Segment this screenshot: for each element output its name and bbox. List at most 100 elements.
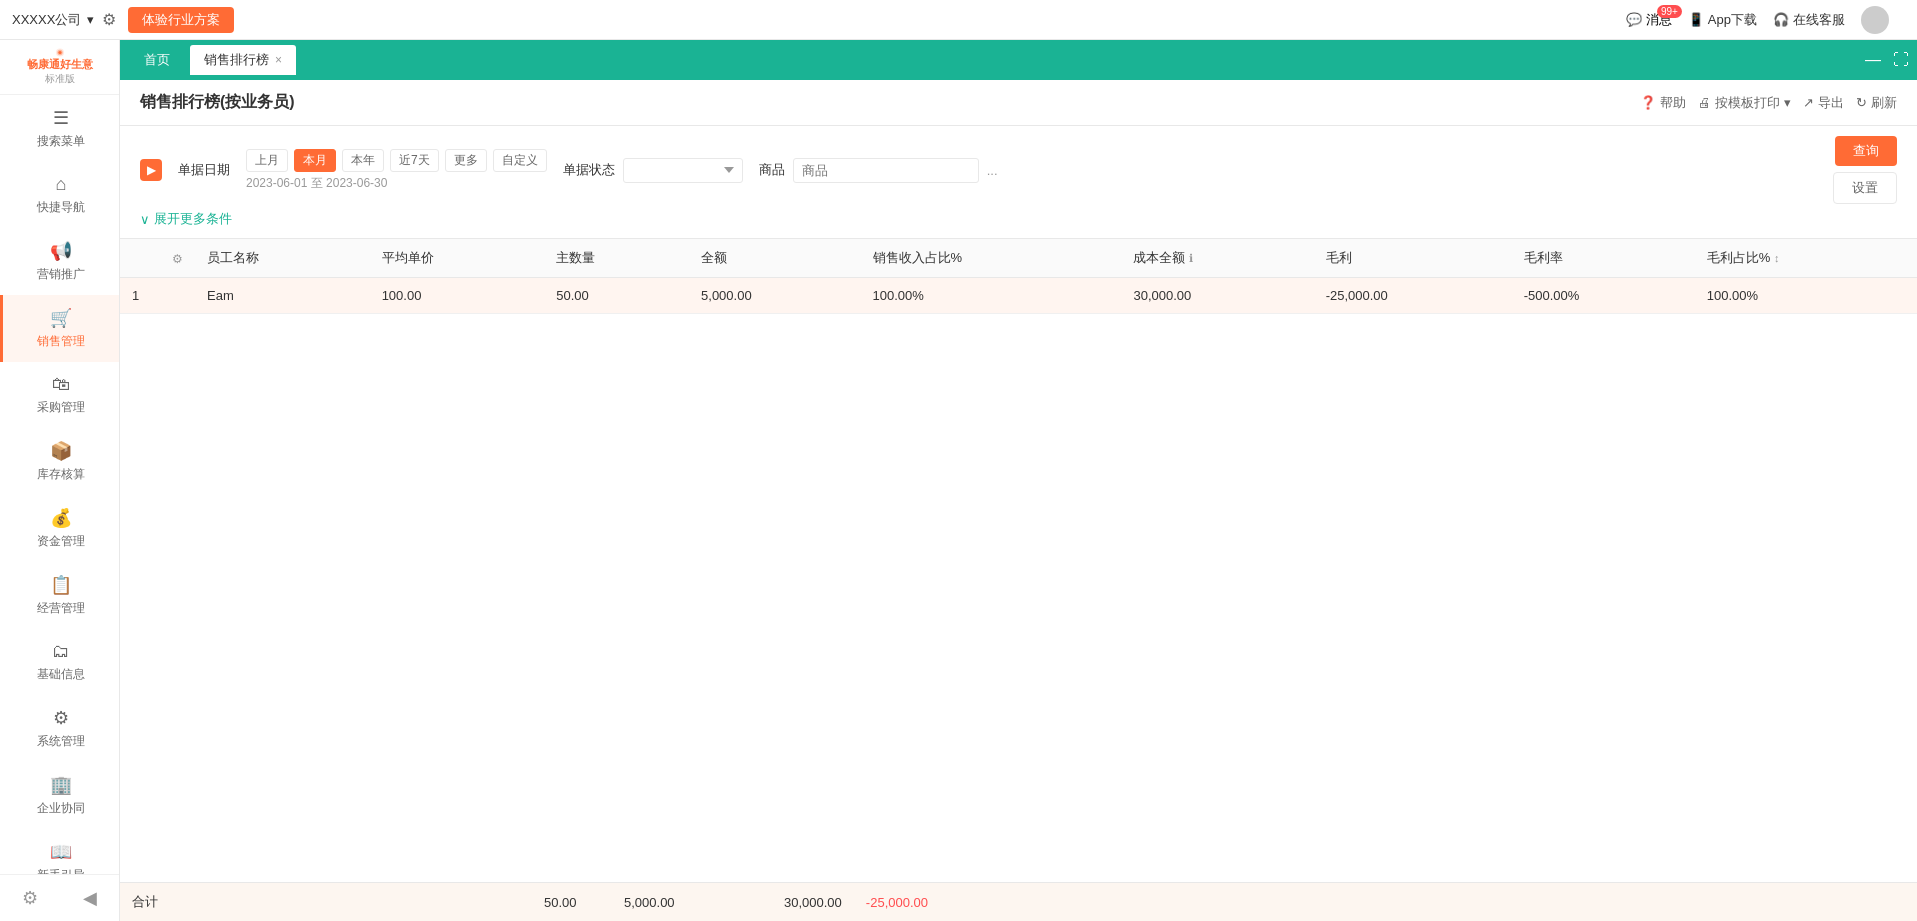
- settings-button[interactable]: 设置: [1833, 172, 1897, 204]
- help-button[interactable]: ❓ 帮助: [1640, 94, 1686, 112]
- date-filter-group: 上月 本月 本年 近7天 更多 自定义 2023-06-01 至 2023-06…: [246, 149, 547, 192]
- this-year-btn[interactable]: 本年: [342, 149, 384, 172]
- home-icon: ⌂: [56, 174, 67, 195]
- sidebar-item-system[interactable]: ⚙ 系统管理: [0, 695, 119, 762]
- this-month-btn[interactable]: 本月: [294, 149, 336, 172]
- tab-close-icon[interactable]: ×: [275, 53, 282, 67]
- inventory-icon: 📦: [50, 440, 72, 462]
- template-print-button[interactable]: 🖨 按模板打印 ▾: [1698, 94, 1791, 112]
- status-select[interactable]: [623, 158, 743, 183]
- logo-area: 畅康通好生意 标准版: [0, 40, 119, 95]
- guide-icon: 📖: [50, 841, 72, 863]
- print-icon: 🖨: [1698, 95, 1711, 110]
- refresh-icon: ↻: [1856, 95, 1867, 110]
- trial-button[interactable]: 体验行业方案: [128, 7, 234, 33]
- column-settings-icon[interactable]: ⚙: [172, 252, 183, 266]
- filter-toggle-button[interactable]: ▶: [140, 159, 162, 181]
- message-area[interactable]: 💬 消息 99+: [1626, 11, 1672, 29]
- tab-expand-icon[interactable]: ⛶: [1893, 51, 1909, 69]
- tab-bar-right: — ⛶: [1865, 51, 1909, 69]
- th-gross-rate: 毛利率: [1512, 239, 1695, 278]
- query-button[interactable]: 查询: [1835, 136, 1897, 166]
- sidebar-item-guide[interactable]: 📖 新手引导: [0, 829, 119, 874]
- company-name: XXXXX公司: [12, 11, 81, 29]
- sidebar-item-quick-nav[interactable]: ⌂ 快捷导航: [0, 162, 119, 228]
- expand-more-button[interactable]: ∨ 展开更多条件: [140, 210, 1897, 228]
- sidebar-item-label-sales: 销售管理: [37, 333, 85, 350]
- sidebar-item-label-nav: 快捷导航: [37, 199, 85, 216]
- app-icon: 📱: [1688, 12, 1704, 27]
- footer-quantity: 50.00: [532, 895, 612, 910]
- tab-sales-ranking[interactable]: 销售排行榜 ×: [190, 45, 296, 75]
- company-selector[interactable]: XXXXX公司 ▾: [12, 11, 94, 29]
- more-dates-btn[interactable]: 更多: [445, 149, 487, 172]
- gross-pct-label: 毛利占比%: [1707, 250, 1771, 265]
- sidebar-item-label-purchase: 采购管理: [37, 399, 85, 416]
- status-filter-group: 单据状态: [563, 158, 743, 183]
- tab-home[interactable]: 首页: [128, 43, 186, 77]
- last-7-days-btn[interactable]: 近7天: [390, 149, 439, 172]
- help-icon: ❓: [1640, 95, 1656, 110]
- online-service-area[interactable]: 🎧 在线客服: [1773, 11, 1845, 29]
- sidebar-item-basic-info[interactable]: 🗂 基础信息: [0, 629, 119, 695]
- sidebar-item-label-basic: 基础信息: [37, 666, 85, 683]
- status-label: 单据状态: [563, 161, 615, 179]
- settings-icon[interactable]: ⚙: [102, 10, 116, 29]
- footer-total-label: 合计: [132, 893, 332, 911]
- avatar[interactable]: [1861, 6, 1889, 34]
- top-bar: XXXXX公司 ▾ ⚙ 体验行业方案 💬 消息 99+ 📱 App下载 🎧 在线…: [0, 0, 1917, 40]
- cost-info-icon: ℹ: [1189, 252, 1193, 264]
- content-area: 首页 销售排行榜 × — ⛶ 销售排行榜(按业务员) ❓ 帮助: [120, 40, 1917, 921]
- gross-pct-sort-icon[interactable]: ↕: [1774, 252, 1780, 264]
- th-settings[interactable]: ⚙: [160, 239, 195, 278]
- export-button[interactable]: ↗ 导出: [1803, 94, 1844, 112]
- date-label: 单据日期: [178, 161, 230, 179]
- tab-minimize-icon[interactable]: —: [1865, 51, 1881, 69]
- table-row: 1 Eam 100.00 50.00 5,000.00 100.00% 30,0…: [120, 278, 1917, 314]
- goods-input[interactable]: [793, 158, 979, 183]
- purchase-icon: 🛍: [52, 374, 70, 395]
- help-label: 帮助: [1660, 94, 1686, 112]
- sidebar-item-operations[interactable]: 📋 经营管理: [0, 562, 119, 629]
- query-settings-area: 查询 设置: [1833, 136, 1897, 204]
- last-month-btn[interactable]: 上月: [246, 149, 288, 172]
- th-name: 员工名称: [195, 239, 370, 278]
- more-options-link[interactable]: ...: [987, 163, 998, 178]
- filter-area: ▶ 单据日期 上月 本月 本年 近7天 更多 自定义 2023-06-01 至 …: [120, 126, 1917, 239]
- app-download-area[interactable]: 📱 App下载: [1688, 11, 1757, 29]
- sidebar-item-finance[interactable]: 💰 资金管理: [0, 495, 119, 562]
- footer-gross: -25,000.00: [854, 895, 940, 910]
- page-header: 销售排行榜(按业务员) ❓ 帮助 🖨 按模板打印 ▾ ↗ 导出: [120, 80, 1917, 126]
- collapse-icon[interactable]: ◀: [83, 887, 97, 909]
- headset-icon: 🎧: [1773, 12, 1789, 27]
- cell-sales-pct: 100.00%: [861, 278, 1122, 314]
- custom-dates-btn[interactable]: 自定义: [493, 149, 547, 172]
- main-layout: 畅康通好生意 标准版 ☰ 搜索菜单 ⌂ 快捷导航 📢 营销推广 🛒 销售管理 🛍: [0, 40, 1917, 921]
- print-chevron-icon: ▾: [1784, 95, 1791, 110]
- sidebar-item-search-order[interactable]: ☰ 搜索菜单: [0, 95, 119, 162]
- sidebar-item-sales[interactable]: 🛒 销售管理: [0, 295, 119, 362]
- goods-label: 商品: [759, 161, 785, 179]
- refresh-label: 刷新: [1871, 94, 1897, 112]
- expand-more-label: 展开更多条件: [154, 210, 232, 228]
- template-print-label: 按模板打印: [1715, 94, 1780, 112]
- cell-gross: -25,000.00: [1314, 278, 1512, 314]
- th-gross: 毛利: [1314, 239, 1512, 278]
- logo-sub-text: 标准版: [45, 72, 75, 86]
- th-amount: 全额: [689, 239, 860, 278]
- sidebar-item-enterprise[interactable]: 🏢 企业协同: [0, 762, 119, 829]
- sidebar-item-marketing[interactable]: 📢 营销推广: [0, 228, 119, 295]
- refresh-button[interactable]: ↻ 刷新: [1856, 94, 1897, 112]
- logo-main-text: 畅康通好生意: [27, 57, 93, 72]
- sales-icon: 🛒: [50, 307, 72, 329]
- date-range-display: 2023-06-01 至 2023-06-30: [246, 175, 547, 192]
- tab-bar: 首页 销售排行榜 × — ⛶: [120, 40, 1917, 80]
- cell-name: Eam: [195, 278, 370, 314]
- sidebar-item-inventory[interactable]: 📦 库存核算: [0, 428, 119, 495]
- sidebar-item-purchase[interactable]: 🛍 采购管理: [0, 362, 119, 428]
- page-content: 销售排行榜(按业务员) ❓ 帮助 🖨 按模板打印 ▾ ↗ 导出: [120, 80, 1917, 921]
- top-right-area: 💬 消息 99+ 📱 App下载 🎧 在线客服: [1626, 6, 1905, 34]
- settings-bottom-icon[interactable]: ⚙: [22, 887, 38, 909]
- date-buttons: 上月 本月 本年 近7天 更多 自定义: [246, 149, 547, 172]
- tab-label: 销售排行榜: [204, 51, 269, 69]
